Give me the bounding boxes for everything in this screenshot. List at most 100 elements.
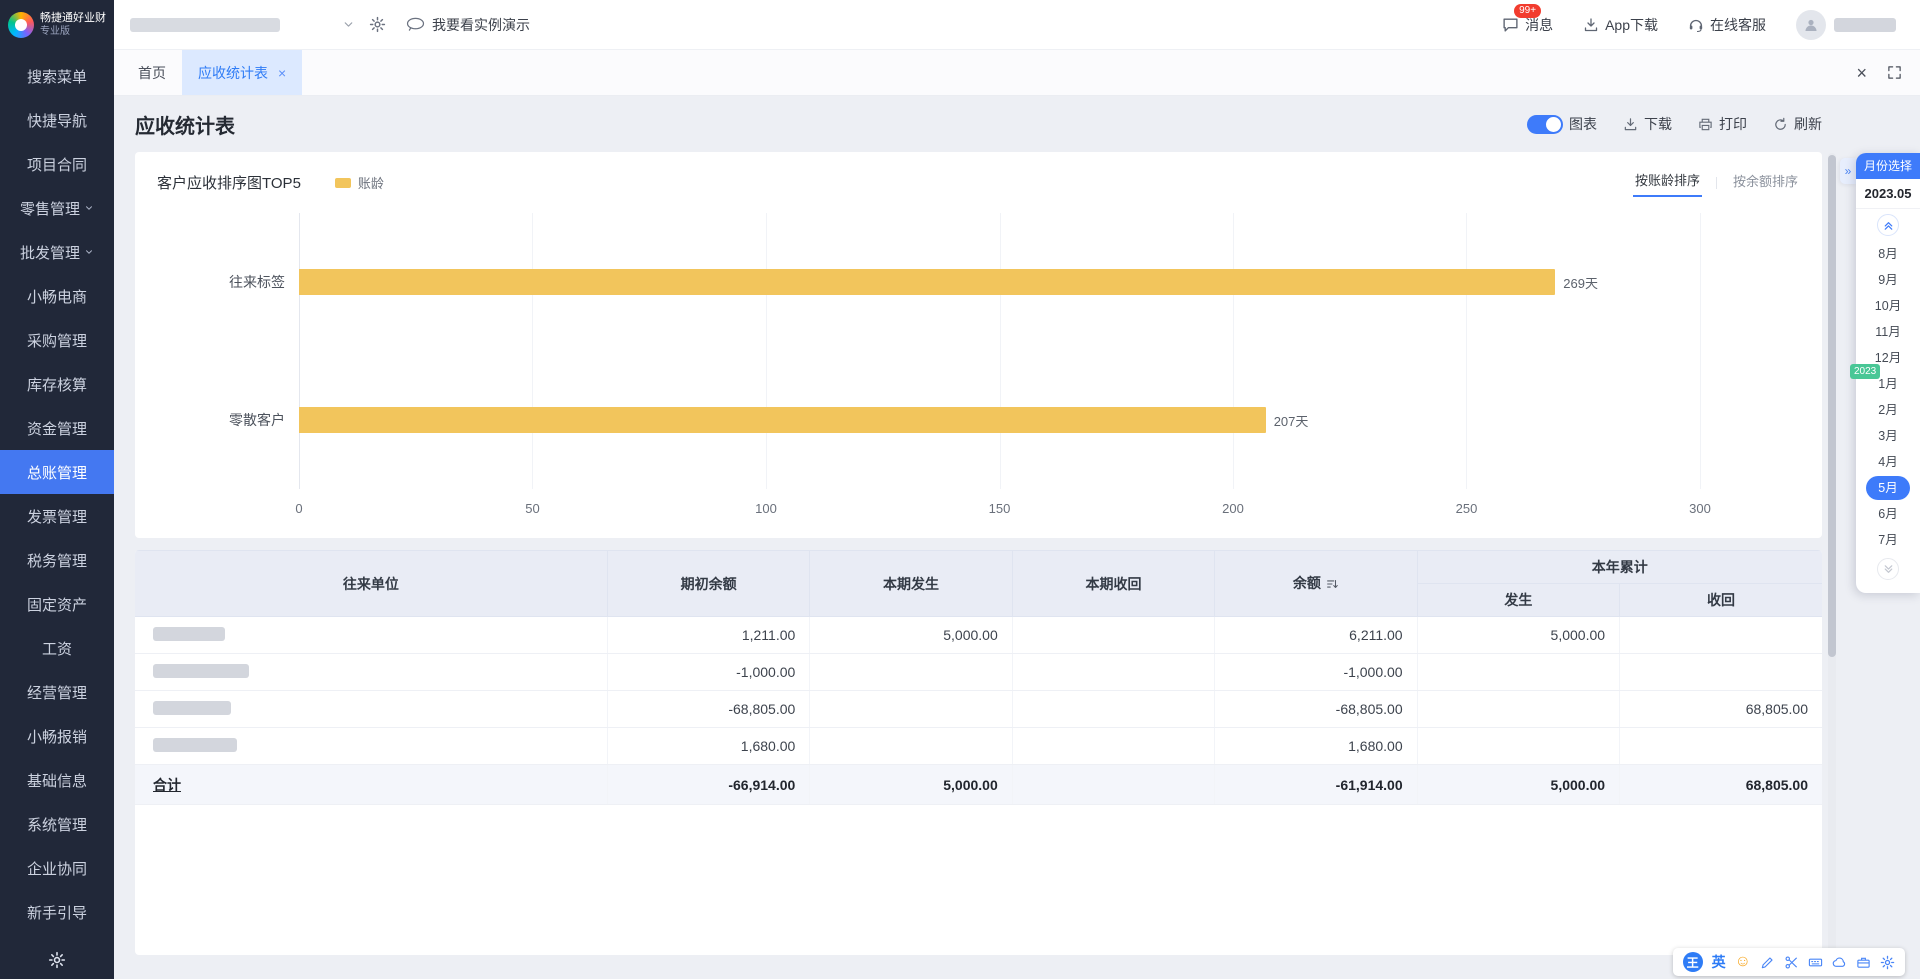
soft-keyboard-icon[interactable] [1808,955,1823,970]
sort-by-aging-tab[interactable]: 按账龄排序 [1633,168,1702,197]
balance-header-label: 余额 [1293,575,1321,591]
month-option[interactable]: 6月 [1856,501,1920,527]
month-option[interactable]: 5月 [1866,476,1910,500]
chevron-down-icon [84,203,94,213]
sidebar-item-search-menu[interactable]: 搜索菜单 [0,54,114,98]
sidebar-item-enterprise-collab[interactable]: 企业协同 [0,846,114,890]
total-balance: -61,914.00 [1215,765,1417,805]
document-tab-bar: 首页 应收统计表 × × [114,50,1920,96]
table-row[interactable]: 1,680.00 1,680.00 [135,728,1822,765]
sidebar-item-funds-mgmt[interactable]: 资金管理 [0,406,114,450]
refresh-button[interactable]: 刷新 [1773,114,1822,134]
month-option[interactable]: 9月 [1856,267,1920,293]
cell-ytd-incurred: 5,000.00 [1417,617,1619,654]
legend-swatch [335,178,351,188]
demo-link[interactable]: 我要看实例演示 [406,15,530,35]
content-area: 应收统计表 图表 下载 打印 [114,96,1920,979]
cell-opening: 1,211.00 [607,617,809,654]
handwriting-pencil-icon[interactable] [1760,955,1775,970]
sidebar-item-purchase-mgmt[interactable]: 采购管理 [0,318,114,362]
nav-label: 零售管理 [20,198,80,219]
sidebar-item-beginner-guide[interactable]: 新手引导 [0,890,114,934]
month-option[interactable]: 7月 [1856,527,1920,553]
sidebar-item-project-contract[interactable]: 项目合同 [0,142,114,186]
print-button[interactable]: 打印 [1698,114,1747,134]
sidebar-item-invoice-mgmt[interactable]: 发票管理 [0,494,114,538]
sidebar-item-general-ledger[interactable]: 总账管理 [0,450,114,494]
screenshot-scissors-icon[interactable] [1784,955,1799,970]
table-row[interactable]: 1,211.00 5,000.00 6,211.00 5,000.00 [135,617,1822,654]
col-header-balance[interactable]: 余额 [1215,551,1417,617]
close-icon[interactable]: × [1856,64,1867,82]
month-option[interactable]: 4月 [1856,449,1920,475]
bar-row: 零散客户 207天 [157,405,1700,435]
category-label: 往来标签 [157,272,299,292]
month-option[interactable]: 3月 [1856,423,1920,449]
printer-icon [1698,117,1713,132]
company-select-dropdown[interactable] [130,18,355,32]
month-option[interactable]: 2月 [1856,397,1920,423]
nav-label: 采购管理 [27,330,87,351]
sidebar-item-retail-mgmt[interactable]: 零售管理 [0,186,114,230]
bar-segment[interactable] [299,407,1266,433]
month-panel-collapse-handle[interactable]: » [1840,158,1856,184]
toolbox-icon[interactable] [1856,955,1871,970]
vertical-scrollbar[interactable] [1828,153,1836,963]
sort-icon[interactable] [1325,578,1339,594]
ime-logo[interactable]: 王 [1683,952,1703,972]
input-method-toolbar[interactable]: 王 英 ☺ [1673,948,1905,976]
table-row[interactable]: -68,805.00 -68,805.00 68,805.00 [135,691,1822,728]
emoji-icon[interactable]: ☺ [1735,954,1751,970]
chart-title: 客户应收排序图TOP5 [157,172,301,193]
ime-settings-gear-icon[interactable] [1880,955,1895,970]
chart-legend[interactable]: 账龄 [335,173,384,192]
download-button[interactable]: 下载 [1623,114,1672,134]
chart-toggle-switch[interactable] [1527,115,1563,134]
legend-label: 账龄 [358,173,384,192]
receivable-table-card: 往来单位 期初余额 本期发生 本期收回 余额 本年累计 发生 收回 [135,550,1822,955]
sidebar-item-inventory-accounting[interactable]: 库存核算 [0,362,114,406]
scroll-months-up-button[interactable] [1877,214,1899,236]
fullscreen-icon[interactable] [1887,65,1902,80]
sidebar-item-basic-info[interactable]: 基础信息 [0,758,114,802]
sidebar-item-quick-nav[interactable]: 快捷导航 [0,98,114,142]
settings-gear-icon[interactable] [369,16,386,33]
scrollbar-thumb[interactable] [1828,155,1836,657]
download-label: 下载 [1644,114,1672,134]
nav-label: 快捷导航 [27,110,87,131]
cloud-icon[interactable] [1832,955,1847,970]
total-label[interactable]: 合计 [153,777,181,793]
sidebar-item-system-mgmt[interactable]: 系统管理 [0,802,114,846]
month-option[interactable]: 10月 [1856,293,1920,319]
chart-sort-tabs: 按账龄排序 按余额排序 [1633,168,1800,197]
sidebar-settings-gear-icon[interactable] [48,951,66,969]
refresh-label: 刷新 [1794,114,1822,134]
chart-card: 客户应收排序图TOP5 账龄 按账龄排序 按余额排序 [135,152,1822,538]
chevron-down-icon [84,247,94,257]
sidebar-item-business-mgmt[interactable]: 经营管理 [0,670,114,714]
sidebar-item-xiaochang-expense[interactable]: 小畅报销 [0,714,114,758]
tab-receivable-report[interactable]: 应收统计表 × [182,50,302,95]
tab-close-icon[interactable]: × [278,66,286,80]
sort-by-balance-tab[interactable]: 按余额排序 [1731,169,1800,196]
table-row[interactable]: -1,000.00 -1,000.00 [135,654,1822,691]
user-account-menu[interactable] [1796,10,1896,40]
sidebar-item-fixed-assets[interactable]: 固定资产 [0,582,114,626]
sidebar-item-tax-mgmt[interactable]: 税务管理 [0,538,114,582]
tab-home[interactable]: 首页 [122,50,182,95]
messages-button[interactable]: 消息 99+ [1502,15,1553,35]
chart-toggle[interactable]: 图表 [1527,114,1597,134]
sidebar-item-xiaochang-ecommerce[interactable]: 小畅电商 [0,274,114,318]
month-list: 2023 8月 9月 10月 11月 12月 1月 2月 3月 4月 5月 6月… [1856,241,1920,553]
app-download-button[interactable]: App下载 [1583,15,1658,35]
sidebar-item-wholesale-mgmt[interactable]: 批发管理 [0,230,114,274]
nav-label: 资金管理 [27,418,87,439]
scroll-months-down-button[interactable] [1877,558,1899,580]
redacted-user-name [1834,18,1896,32]
online-support-button[interactable]: 在线客服 [1688,15,1766,35]
ime-language-mode[interactable]: 英 [1712,952,1726,972]
bar-segment[interactable] [299,269,1555,295]
month-option[interactable]: 11月 [1856,319,1920,345]
month-option[interactable]: 8月 [1856,241,1920,267]
sidebar-item-payroll[interactable]: 工资 [0,626,114,670]
